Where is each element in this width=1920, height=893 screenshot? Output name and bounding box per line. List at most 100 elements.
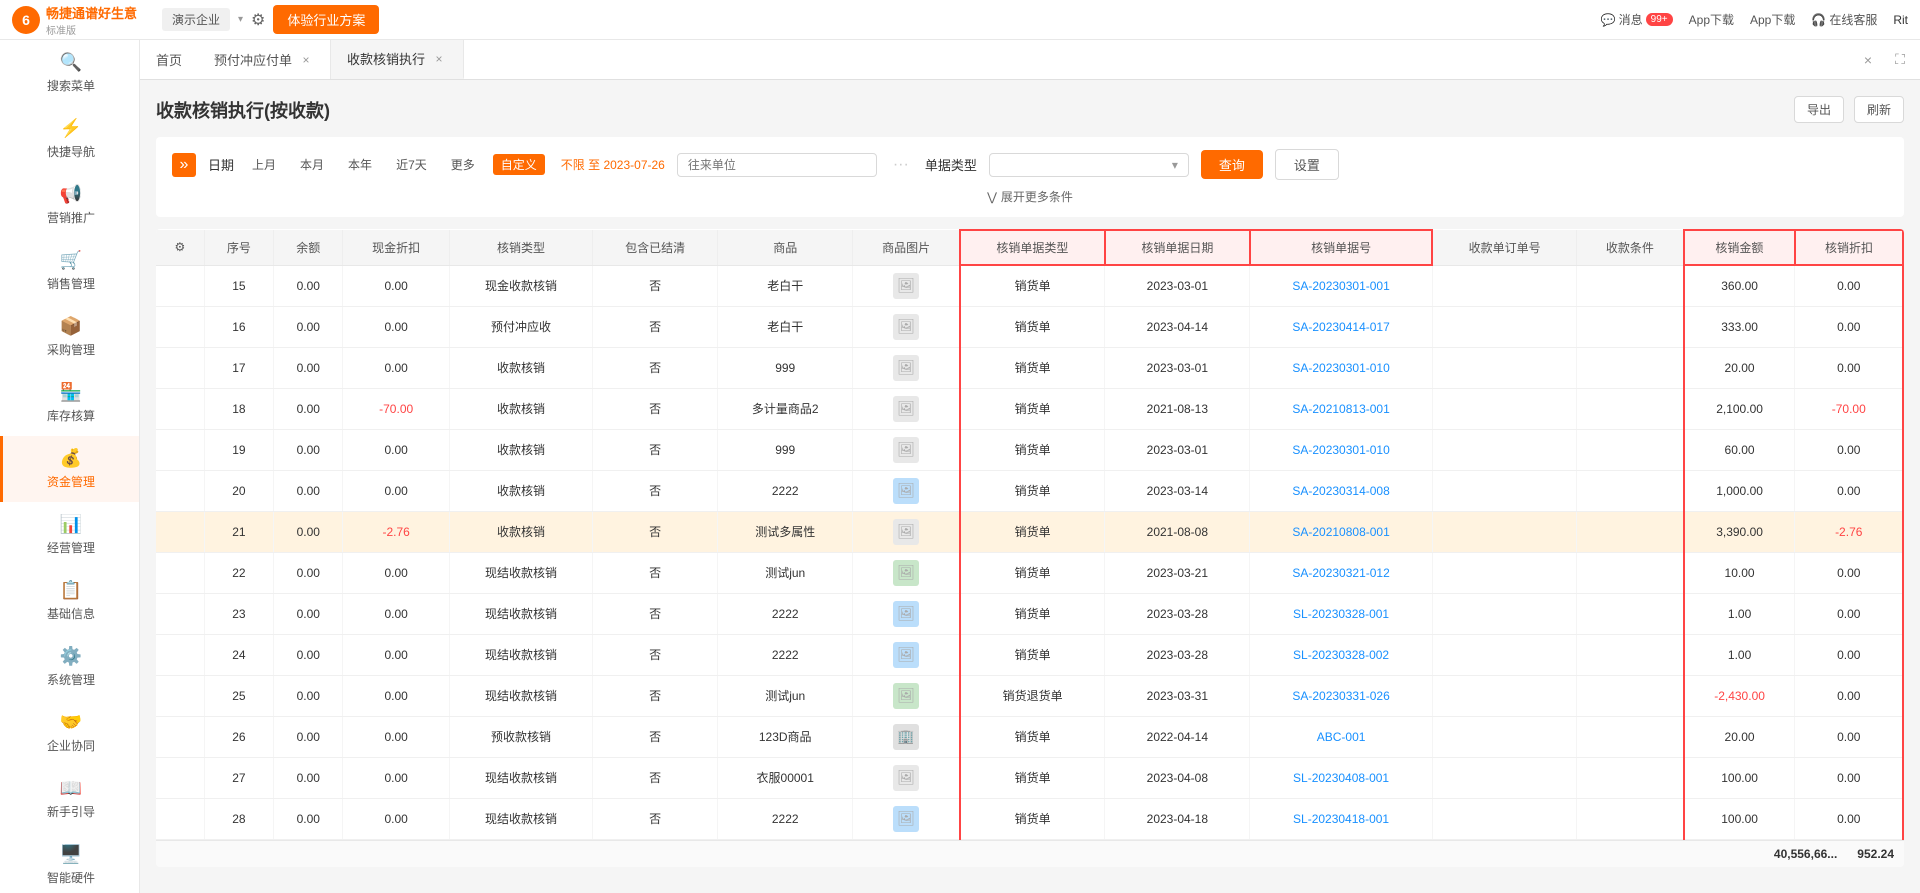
sidebar-icon-11: 📖: [60, 778, 82, 799]
settings-button[interactable]: 设置: [1275, 149, 1339, 180]
tab-verify-close[interactable]: ×: [431, 51, 447, 67]
sidebar-item-9[interactable]: ⚙️系统管理: [0, 634, 139, 700]
cell-product-img: 🖼: [853, 634, 960, 675]
cell-verify-discount: 0.00: [1795, 347, 1903, 388]
gear-icon[interactable]: ⚙: [251, 10, 265, 30]
sidebar-item-10[interactable]: 🤝企业协同: [0, 700, 139, 766]
product-thumbnail: 🖼: [893, 273, 919, 299]
cell-num: 23: [204, 593, 273, 634]
query-button[interactable]: 查询: [1201, 150, 1263, 179]
tab-prepay[interactable]: 预付冲应付单 ×: [198, 40, 331, 79]
cell-bill-category: 销货单: [960, 511, 1105, 552]
cell-bill-no[interactable]: SL-20230408-001: [1250, 757, 1433, 798]
user-name[interactable]: Rit: [1893, 13, 1908, 27]
dropdown-arrow-icon[interactable]: ▾: [238, 14, 243, 25]
sidebar-icon-6: 💰: [60, 448, 82, 469]
app-download-label[interactable]: App下载: [1750, 11, 1795, 28]
th-bill-category: 核销单据类型: [960, 230, 1105, 265]
app-download[interactable]: App下载: [1689, 11, 1734, 28]
sidebar-label-10: 企业协同: [47, 737, 95, 754]
table-row: 270.000.00现结收款核销否衣服00001🖼销货单2023-04-08SL…: [156, 757, 1903, 798]
bill-type-select[interactable]: ▾: [989, 153, 1189, 177]
sidebar-item-2[interactable]: 📢营销推广: [0, 172, 139, 238]
message-area[interactable]: 💬 消息 99+: [1601, 11, 1673, 28]
cell-product-img: 🖼: [853, 470, 960, 511]
cell-include-settled: 否: [593, 347, 718, 388]
product-thumbnail: 🖼: [893, 601, 919, 627]
company-name[interactable]: 演示企业: [162, 8, 230, 31]
th-receipt-order: 收款单订单号: [1432, 230, 1576, 265]
sidebar-item-3[interactable]: 🛒销售管理: [0, 238, 139, 304]
cell-verify-type: 预付冲应收: [449, 306, 592, 347]
cell-product: 多计量商品2: [718, 388, 853, 429]
cell-bill-no[interactable]: SA-20230331-026: [1250, 675, 1433, 716]
cell-bill-category: 销货单: [960, 388, 1105, 429]
date-range-display: 不限 至 2023-07-26: [561, 156, 665, 173]
sidebar-icon-2: 📢: [60, 184, 82, 205]
sidebar-item-5[interactable]: 🏪库存核算: [0, 370, 139, 436]
cell-balance: 0.00: [274, 388, 343, 429]
cell-bill-no[interactable]: SA-20230314-008: [1250, 470, 1433, 511]
cell-product-img: 🖼: [853, 511, 960, 552]
tab-home[interactable]: 首页: [140, 40, 198, 79]
sidebar-item-11[interactable]: 📖新手引导: [0, 766, 139, 832]
cell-bill-no[interactable]: SA-20210813-001: [1250, 388, 1433, 429]
export-button[interactable]: 导出: [1794, 96, 1844, 123]
sidebar-item-6[interactable]: 💰资金管理: [0, 436, 139, 502]
cell-bill-no[interactable]: SA-20230321-012: [1250, 552, 1433, 593]
cell-num: 18: [204, 388, 273, 429]
cell-bill-no[interactable]: SA-20230414-017: [1250, 306, 1433, 347]
date-this-month-btn[interactable]: 本月: [294, 154, 330, 175]
cell-bill-no[interactable]: SA-20230301-010: [1250, 347, 1433, 388]
cell-bill-no[interactable]: SL-20230328-001: [1250, 593, 1433, 634]
cell-row-settings: [156, 429, 204, 470]
online-service-area[interactable]: 🎧 在线客服: [1811, 11, 1877, 28]
table-row: 200.000.00收款核销否2222🖼销货单2023-03-14SA-2023…: [156, 470, 1903, 511]
date-more-btn[interactable]: 更多: [445, 154, 481, 175]
refresh-button[interactable]: 刷新: [1854, 96, 1904, 123]
cell-bill-no[interactable]: SA-20210808-001: [1250, 511, 1433, 552]
cell-bill-no[interactable]: SA-20230301-001: [1250, 265, 1433, 306]
cell-bill-no[interactable]: SL-20230418-001: [1250, 798, 1433, 839]
sidebar-item-8[interactable]: 📋基础信息: [0, 568, 139, 634]
date-7days-btn[interactable]: 近7天: [390, 154, 433, 175]
cell-product-img: 🖼: [853, 306, 960, 347]
cell-bill-no[interactable]: SL-20230328-002: [1250, 634, 1433, 675]
cell-bill-date: 2023-03-01: [1105, 265, 1250, 306]
cell-bill-no[interactable]: ABC-001: [1250, 716, 1433, 757]
th-settings[interactable]: ⚙: [156, 230, 204, 265]
sidebar-icon-7: 📊: [60, 514, 82, 535]
trial-button[interactable]: 体验行业方案: [273, 5, 379, 34]
source-unit-input[interactable]: [677, 153, 877, 177]
sidebar-label-4: 采购管理: [47, 341, 95, 358]
cell-product: 999: [718, 429, 853, 470]
tab-prepay-close[interactable]: ×: [298, 52, 314, 68]
table-row: 240.000.00现结收款核销否2222🖼销货单2023-03-28SL-20…: [156, 634, 1903, 675]
date-custom-btn[interactable]: 自定义: [493, 154, 545, 175]
cell-verify-discount: 0.00: [1795, 798, 1903, 839]
date-prev-month-btn[interactable]: 上月: [246, 154, 282, 175]
maximize-window-icon[interactable]: ⛶: [1888, 48, 1912, 72]
sidebar-item-12[interactable]: 🖥️智能硬件: [0, 832, 139, 893]
bill-type-label: 单据类型: [925, 155, 977, 174]
date-this-year-btn[interactable]: 本年: [342, 154, 378, 175]
cell-bill-category: 销货单: [960, 265, 1105, 306]
cell-product: 123D商品: [718, 716, 853, 757]
cell-include-settled: 否: [593, 265, 718, 306]
cell-num: 15: [204, 265, 273, 306]
tab-verify[interactable]: 收款核销执行 ×: [331, 40, 464, 79]
sidebar-item-4[interactable]: 📦采购管理: [0, 304, 139, 370]
sidebar-item-1[interactable]: ⚡快捷导航: [0, 106, 139, 172]
sidebar-item-7[interactable]: 📊经营管理: [0, 502, 139, 568]
cell-row-settings: [156, 757, 204, 798]
cell-verify-discount: -2.76: [1795, 511, 1903, 552]
cell-receipt-order: [1432, 716, 1576, 757]
filter-expand-btn[interactable]: »: [172, 153, 196, 177]
cell-bill-no[interactable]: SA-20230301-010: [1250, 429, 1433, 470]
cell-verify-discount: 0.00: [1795, 634, 1903, 675]
product-thumbnail: 🖼: [893, 683, 919, 709]
close-window-icon[interactable]: ×: [1856, 48, 1880, 72]
sidebar-item-0[interactable]: 🔍搜索菜单: [0, 40, 139, 106]
cell-num: 20: [204, 470, 273, 511]
expand-more-btn[interactable]: ⋁ 展开更多条件: [172, 188, 1888, 205]
